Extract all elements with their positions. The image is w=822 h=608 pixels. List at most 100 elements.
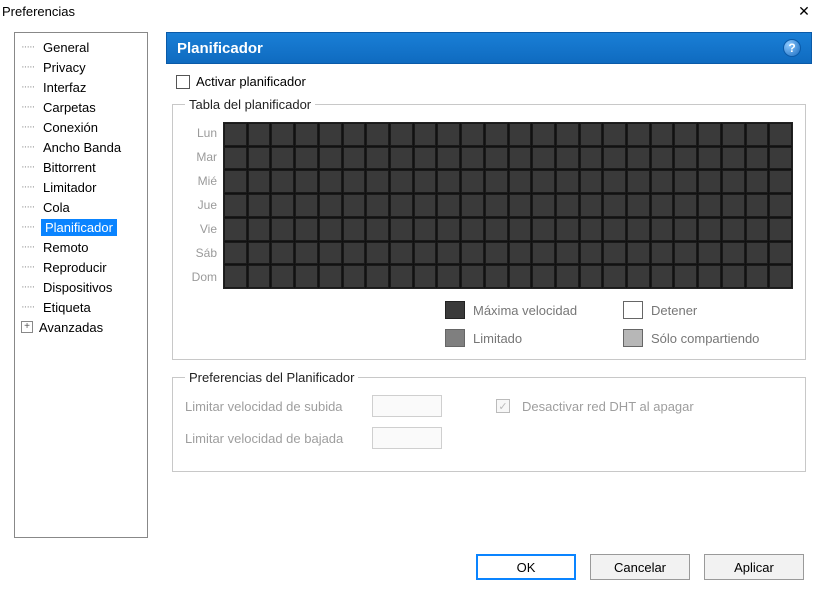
schedule-cell[interactable] [769,194,792,217]
schedule-cell[interactable] [271,170,294,193]
tree-item-interfaz[interactable]: ·····Interfaz [15,77,147,97]
schedule-cell[interactable] [224,170,247,193]
schedule-cell[interactable] [224,123,247,146]
tree-item-general[interactable]: ·····General [15,37,147,57]
schedule-cell[interactable] [746,147,769,170]
ok-button[interactable]: OK [476,554,576,580]
schedule-cell[interactable] [295,242,318,265]
schedule-cell[interactable] [390,170,413,193]
schedule-cell[interactable] [674,170,697,193]
schedule-cell[interactable] [414,194,437,217]
schedule-cell[interactable] [698,218,721,241]
schedule-cell[interactable] [437,242,460,265]
schedule-cell[interactable] [461,218,484,241]
schedule-cell[interactable] [509,265,532,288]
schedule-cell[interactable] [509,242,532,265]
schedule-cell[interactable] [271,265,294,288]
schedule-cell[interactable] [532,147,555,170]
schedule-cell[interactable] [769,147,792,170]
schedule-cell[interactable] [556,218,579,241]
schedule-cell[interactable] [627,147,650,170]
schedule-cell[interactable] [390,265,413,288]
schedule-cell[interactable] [366,265,389,288]
schedule-cell[interactable] [343,194,366,217]
schedule-cell[interactable] [437,218,460,241]
tree-item-reproducir[interactable]: ·····Reproducir [15,257,147,277]
schedule-cell[interactable] [366,242,389,265]
schedule-cell[interactable] [722,170,745,193]
schedule-cell[interactable] [698,123,721,146]
schedule-cell[interactable] [390,218,413,241]
schedule-cell[interactable] [414,218,437,241]
schedule-cell[interactable] [651,265,674,288]
schedule-cell[interactable] [366,170,389,193]
schedule-cell[interactable] [769,265,792,288]
schedule-cell[interactable] [366,123,389,146]
schedule-cell[interactable] [627,170,650,193]
schedule-cell[interactable] [248,218,271,241]
schedule-cell[interactable] [343,218,366,241]
schedule-cell[interactable] [556,194,579,217]
schedule-cell[interactable] [722,265,745,288]
schedule-cell[interactable] [746,242,769,265]
schedule-cell[interactable] [343,242,366,265]
schedule-cell[interactable] [509,218,532,241]
cancel-button[interactable]: Cancelar [590,554,690,580]
schedule-cell[interactable] [271,194,294,217]
tree-item-limitador[interactable]: ·····Limitador [15,177,147,197]
schedule-cell[interactable] [224,147,247,170]
schedule-cell[interactable] [295,170,318,193]
schedule-cell[interactable] [319,218,342,241]
apply-button[interactable]: Aplicar [704,554,804,580]
tree-item-remoto[interactable]: ·····Remoto [15,237,147,257]
schedule-cell[interactable] [271,242,294,265]
schedule-cell[interactable] [580,123,603,146]
tree-item-carpetas[interactable]: ·····Carpetas [15,97,147,117]
schedule-cell[interactable] [627,123,650,146]
schedule-cell[interactable] [295,218,318,241]
schedule-cell[interactable] [343,147,366,170]
schedule-cell[interactable] [509,123,532,146]
schedule-cell[interactable] [248,242,271,265]
schedule-cell[interactable] [366,218,389,241]
schedule-cell[interactable] [461,147,484,170]
schedule-cell[interactable] [651,170,674,193]
schedule-cell[interactable] [461,123,484,146]
schedule-cell[interactable] [722,218,745,241]
schedule-cell[interactable] [271,123,294,146]
schedule-cell[interactable] [580,170,603,193]
schedule-cell[interactable] [674,123,697,146]
schedule-cell[interactable] [390,147,413,170]
tree-item-ancho-banda[interactable]: ·····Ancho Banda [15,137,147,157]
tree-item-planificador[interactable]: ·····Planificador [15,217,147,237]
schedule-cell[interactable] [509,147,532,170]
schedule-cell[interactable] [580,265,603,288]
schedule-cell[interactable] [698,265,721,288]
schedule-cell[interactable] [746,194,769,217]
tree-item-dispositivos[interactable]: ·····Dispositivos [15,277,147,297]
schedule-cell[interactable] [746,265,769,288]
schedule-cell[interactable] [295,123,318,146]
schedule-cell[interactable] [651,194,674,217]
schedule-cell[interactable] [651,123,674,146]
schedule-cell[interactable] [248,147,271,170]
schedule-cell[interactable] [603,170,626,193]
schedule-cell[interactable] [532,170,555,193]
schedule-cell[interactable] [627,194,650,217]
schedule-cell[interactable] [437,265,460,288]
tree-item-etiqueta[interactable]: ·····Etiqueta [15,297,147,317]
schedule-cell[interactable] [437,194,460,217]
schedule-cell[interactable] [485,170,508,193]
help-icon[interactable]: ? [783,39,801,57]
schedule-cell[interactable] [580,194,603,217]
schedule-cell[interactable] [414,147,437,170]
schedule-cell[interactable] [556,170,579,193]
schedule-cell[interactable] [532,265,555,288]
schedule-cell[interactable] [556,147,579,170]
schedule-cell[interactable] [343,265,366,288]
schedule-cell[interactable] [319,123,342,146]
schedule-cell[interactable] [319,147,342,170]
schedule-cell[interactable] [248,194,271,217]
schedule-cell[interactable] [698,170,721,193]
schedule-cell[interactable] [627,242,650,265]
